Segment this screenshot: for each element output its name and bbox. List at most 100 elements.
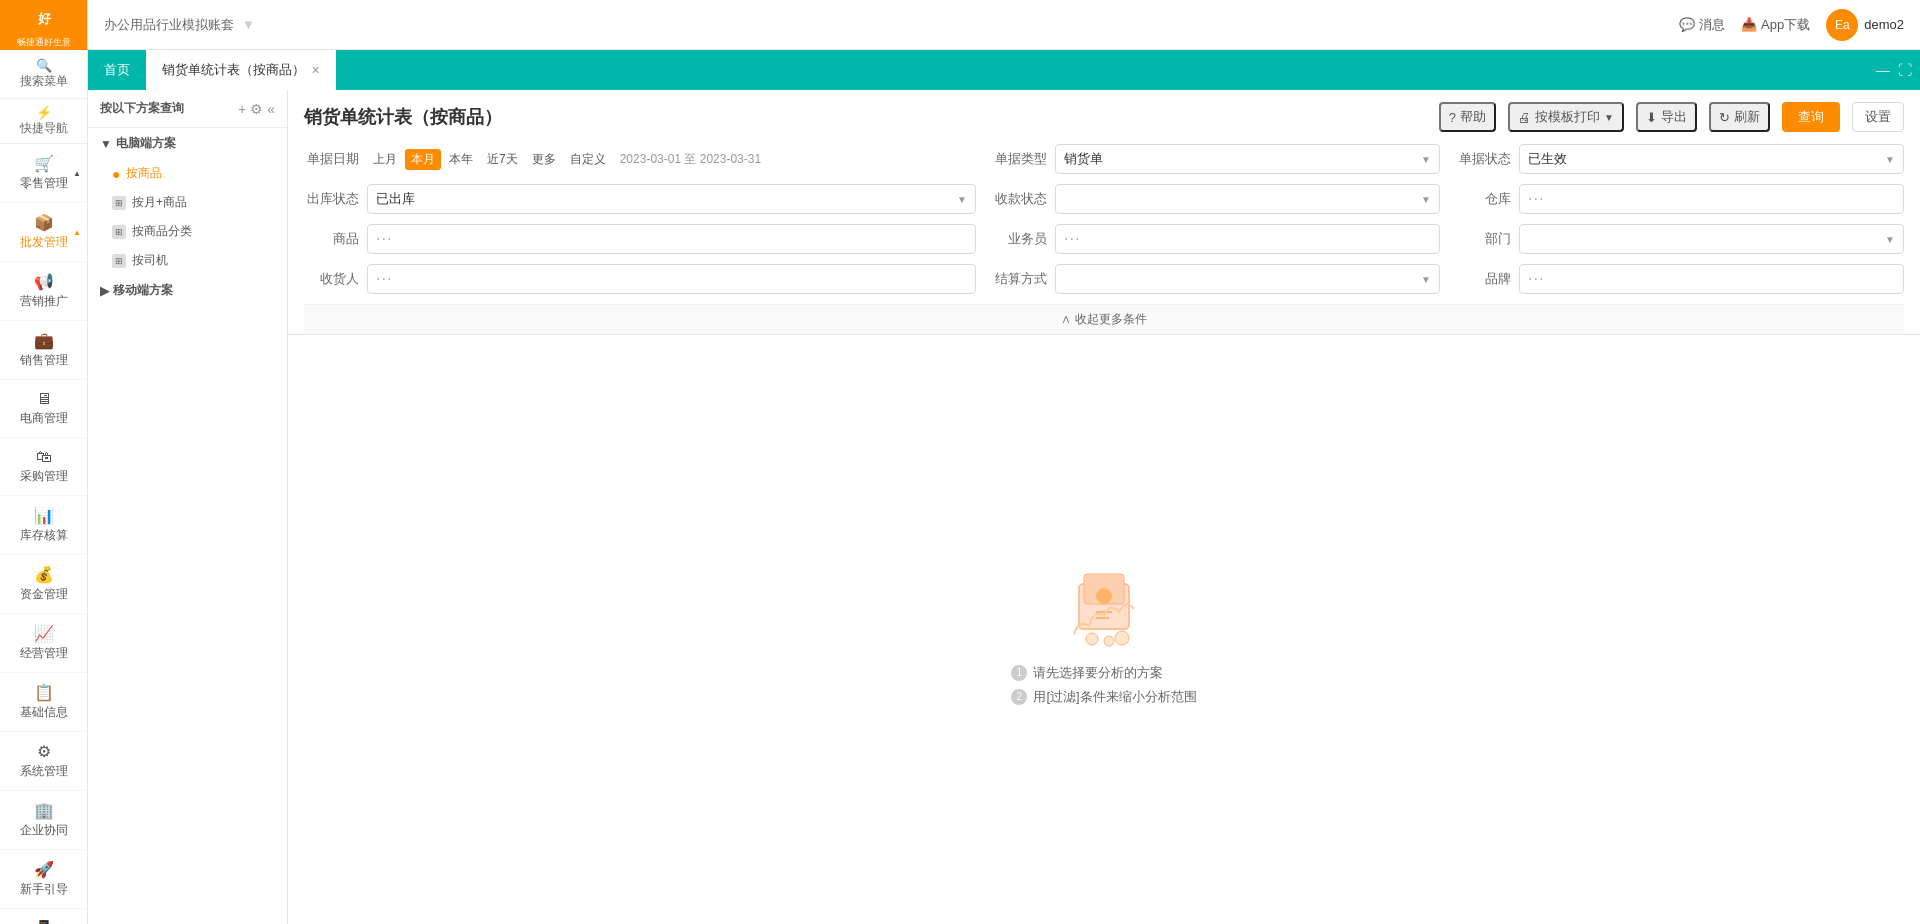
scheme-by-month-product[interactable]: ⊞ 按月+商品 [100,188,287,217]
empty-tip-2-text: 用[过滤]条件来缩小分析范围 [1033,688,1196,706]
report-tab-label: 销货单统计表（按商品） [162,61,305,79]
sidebar-item-enterprise[interactable]: 🏢 企业协同 [0,791,87,850]
template-print-btn[interactable]: 🖨 按模板打印 ▼ [1508,102,1624,132]
date-tab-custom[interactable]: 自定义 [564,149,612,170]
department-arrow-icon: ▼ [1885,234,1895,245]
sidebar-item-operation[interactable]: 📈 经营管理 [0,614,87,673]
brand-dots-icon: ··· [1528,270,1544,288]
sidebar-item-apps[interactable]: 📱 应用中心 [0,909,87,924]
left-panel-title: 按以下方案查询 [100,100,184,117]
settings-btn[interactable]: 设置 [1852,102,1904,132]
sidebar-item-guide-label: 新手引导 [20,881,68,898]
settings-label: 设置 [1865,108,1891,126]
window-minimize-icon[interactable]: — [1876,62,1890,78]
header-right: 💬 消息 📥 App下载 Ea demo2 [1679,9,1904,41]
date-tab-current-month[interactable]: 本月 [405,149,441,170]
sidebar-item-basic[interactable]: 📋 基础信息 [0,673,87,732]
payment-label: 收款状态 [992,190,1047,208]
user-info[interactable]: Ea demo2 [1826,9,1904,41]
export-btn[interactable]: ⬇ 导出 [1636,102,1697,132]
enterprise-icon: 🏢 [34,801,54,820]
date-tab-more[interactable]: 更多 [526,149,562,170]
sidebar-item-marketing[interactable]: 📢 营销推广 [0,262,87,321]
recipient-label: 收货人 [304,270,359,288]
refresh-icon: ↻ [1719,110,1730,125]
mobile-scheme-group[interactable]: ▶ 移动端方案 [88,275,287,306]
collapse-label: ∧ 收起更多条件 [1061,312,1146,326]
logo[interactable]: 好 畅捷通好生意 [0,0,87,50]
product-input[interactable]: ··· [367,224,976,254]
sidebar-item-purchase[interactable]: 🛍 采购管理 [0,438,87,496]
export-label: 导出 [1661,108,1687,126]
desktop-scheme-group[interactable]: ▼ 电脑端方案 [88,128,287,159]
tip-num-2: 2 [1011,689,1027,705]
scheme-by-product-label: 按商品 [126,165,162,182]
message-icon: 💬 [1679,17,1695,32]
query-btn[interactable]: 查询 [1782,102,1840,132]
brand-label: 品牌 [1456,270,1511,288]
svg-point-4 [1096,588,1112,604]
scheme-by-category[interactable]: ⊞ 按商品分类 [100,217,287,246]
svg-point-9 [1115,631,1129,645]
department-select[interactable]: ▼ [1519,224,1904,254]
search-menu[interactable]: 🔍 搜索菜单 [0,50,87,99]
sidebar-item-finance[interactable]: 💰 资金管理 [0,555,87,614]
recipient-dots-icon: ··· [376,270,392,288]
sidebar-item-ecommerce[interactable]: 🖥 电商管理 [0,380,87,438]
sidebar-item-sales-label: 销售管理 [20,352,68,369]
brand-filter-item: 品牌 ··· [1456,264,1904,294]
sidebar-item-sales[interactable]: 💼 销售管理 [0,321,87,380]
app-download-btn[interactable]: 📥 App下载 [1741,16,1810,34]
filter-area: 单据日期 上月 本月 本年 近7天 更多 自定义 20 [304,144,1904,334]
storage-input[interactable]: ··· [1519,184,1904,214]
recipient-input[interactable]: ··· [367,264,976,294]
scheme-by-supplier[interactable]: ⊞ 按司机 [100,246,287,275]
page-actions: ? 帮助 🖨 按模板打印 ▼ ⬇ 导出 ↻ [1439,102,1904,132]
date-tab-last-month[interactable]: 上月 [367,149,403,170]
date-tab-7days[interactable]: 近7天 [481,149,524,170]
page-header: 销货单统计表（按商品） ? 帮助 🖨 按模板打印 ▼ ⬇ [288,90,1920,335]
avatar[interactable]: Ea [1826,9,1858,41]
sidebar-item-guide[interactable]: 🚀 新手引导 [0,850,87,909]
brand-input[interactable]: ··· [1519,264,1904,294]
quick-nav-label: 快捷导航 [20,121,68,135]
left-panel-actions: + ⚙ « [238,101,275,117]
settlement-filter-item: 结算方式 ▼ [992,264,1440,294]
collapse-more-btn[interactable]: ∧ 收起更多条件 [304,304,1904,334]
warehouse-select[interactable]: 已出库 ▼ [367,184,976,214]
date-tab-year[interactable]: 本年 [443,149,479,170]
tab-bar: 首页 销货单统计表（按商品） ✕ — ⛶ [88,50,1920,90]
tab-home[interactable]: 首页 [88,50,146,90]
sidebar-item-retail[interactable]: 🛒 零售管理 [0,144,87,203]
message-btn[interactable]: 💬 消息 [1679,16,1725,34]
collapse-panel-icon[interactable]: « [267,101,275,117]
empty-tip-1: 1 请先选择要分析的方案 [1011,664,1196,682]
doc-status-arrow-icon: ▼ [1885,154,1895,165]
salesperson-input[interactable]: ··· [1055,224,1440,254]
settlement-select[interactable]: ▼ [1055,264,1440,294]
empty-state: 1 请先选择要分析的方案 2 用[过滤]条件来缩小分析范围 [288,335,1920,924]
window-controls: — ⛶ [1876,62,1920,78]
settlement-label: 结算方式 [992,270,1047,288]
add-scheme-btn[interactable]: + [238,101,246,117]
storage-label: 仓库 [1456,190,1511,208]
sidebar-item-wholesale[interactable]: 📦 批发管理 [0,203,87,262]
scheme-by-product[interactable]: ● 按商品 [100,159,287,188]
doc-type-select[interactable]: 销货单 ▼ [1055,144,1440,174]
doc-status-select[interactable]: 已生效 ▼ [1519,144,1904,174]
edit-scheme-icon[interactable]: ⚙ [250,101,263,117]
help-icon: ? [1449,110,1456,125]
svg-text:好: 好 [36,10,51,25]
sidebar-item-system[interactable]: ⚙ 系统管理 [0,732,87,791]
window-expand-icon[interactable]: ⛶ [1898,62,1912,78]
tab-close-icon[interactable]: ✕ [311,64,320,77]
help-btn[interactable]: ? 帮助 [1439,102,1496,132]
empty-tips: 1 请先选择要分析的方案 2 用[过滤]条件来缩小分析范围 [1011,664,1196,706]
export-icon: ⬇ [1646,110,1657,125]
quick-nav[interactable]: ⚡ 快捷导航 [0,99,87,144]
refresh-btn[interactable]: ↻ 刷新 [1709,102,1770,132]
tab-report[interactable]: 销货单统计表（按商品） ✕ [146,50,336,90]
sidebar-item-purchase-label: 采购管理 [20,468,68,485]
payment-select[interactable]: ▼ [1055,184,1440,214]
sidebar-item-inventory[interactable]: 📊 库存核算 [0,496,87,555]
